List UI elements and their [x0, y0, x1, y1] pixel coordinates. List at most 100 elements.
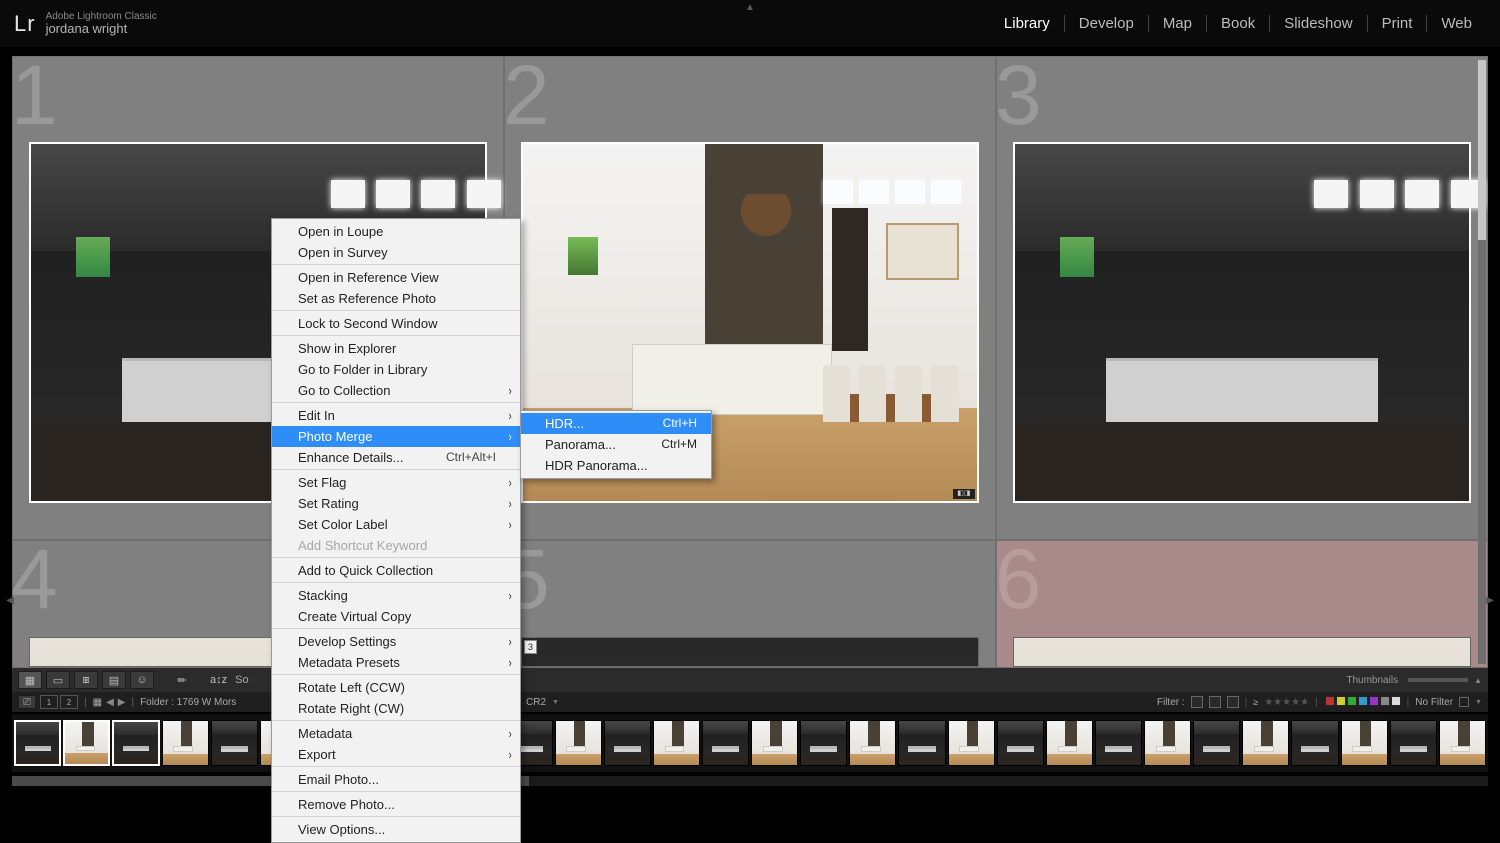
- filmstrip-thumb[interactable]: [1144, 720, 1191, 766]
- filmstrip-thumb[interactable]: [751, 720, 798, 766]
- menu-item[interactable]: Remove Photo...: [272, 794, 520, 817]
- filmstrip-thumb[interactable]: [604, 720, 651, 766]
- stack-badge[interactable]: 3: [524, 640, 537, 654]
- module-library[interactable]: Library: [990, 15, 1064, 32]
- thumbnail[interactable]: 3: [521, 637, 979, 667]
- filmstrip-thumb[interactable]: [1439, 720, 1486, 766]
- filmstrip-scrollbar[interactable]: [12, 776, 1488, 786]
- menu-item[interactable]: Set as Reference Photo: [272, 288, 520, 311]
- thumbnail[interactable]: 3: [1013, 142, 1471, 503]
- filmstrip-thumb[interactable]: [1046, 720, 1093, 766]
- menu-item[interactable]: Go to Folder in Library: [272, 359, 520, 380]
- filmstrip-thumb[interactable]: [1291, 720, 1338, 766]
- filmstrip-thumb[interactable]: [1095, 720, 1142, 766]
- compare-view-button[interactable]: ⧆: [74, 671, 98, 689]
- sort-label[interactable]: So: [235, 674, 248, 686]
- menu-item[interactable]: Rotate Left (CCW): [272, 677, 520, 698]
- filmstrip-thumb[interactable]: [1242, 720, 1289, 766]
- filmstrip-thumb[interactable]: [800, 720, 847, 766]
- filmstrip-thumb[interactable]: [14, 720, 61, 766]
- menu-item[interactable]: Set Color Label: [272, 514, 520, 535]
- filmstrip[interactable]: [12, 714, 1488, 772]
- module-book[interactable]: Book: [1206, 15, 1269, 32]
- menu-item[interactable]: Lock to Second Window: [272, 313, 520, 336]
- source-path[interactable]: Folder : 1769 W Mors: [140, 697, 236, 708]
- identity-plate[interactable]: jordana wright: [46, 22, 157, 35]
- menu-item[interactable]: Set Flag: [272, 472, 520, 493]
- nav-fwd-icon[interactable]: ▶: [118, 697, 126, 708]
- nav-back-icon[interactable]: ◀: [106, 697, 114, 708]
- menu-item[interactable]: Metadata Presets: [272, 652, 520, 675]
- thumbnail[interactable]: [1013, 637, 1471, 667]
- filter-color-swatch[interactable]: [1336, 696, 1346, 706]
- filter-preset[interactable]: No Filter: [1415, 697, 1453, 708]
- grid-mode-icon[interactable]: ▦: [93, 697, 102, 708]
- menu-item[interactable]: Export: [272, 744, 520, 767]
- filter-flag-reject-icon[interactable]: [1227, 696, 1239, 708]
- filter-color-swatch[interactable]: [1347, 696, 1357, 706]
- filmstrip-thumb[interactable]: [702, 720, 749, 766]
- loupe-view-button[interactable]: ▭: [46, 671, 70, 689]
- module-map[interactable]: Map: [1148, 15, 1206, 32]
- grid-view-button[interactable]: ▦: [18, 671, 42, 689]
- menu-item[interactable]: Develop Settings: [272, 631, 520, 652]
- grid-cell-5[interactable]: 5 3: [504, 540, 996, 668]
- submenu-item[interactable]: HDR Panorama...: [521, 455, 711, 476]
- filter-colors[interactable]: [1324, 696, 1401, 709]
- filmstrip-thumb[interactable]: [211, 720, 258, 766]
- filmstrip-thumb[interactable]: [555, 720, 602, 766]
- filmstrip-thumb[interactable]: [112, 720, 159, 766]
- grid-cell-6[interactable]: 6: [996, 540, 1488, 668]
- module-slideshow[interactable]: Slideshow: [1269, 15, 1366, 32]
- path-dropdown-icon[interactable]: ▼: [552, 699, 559, 706]
- menu-item[interactable]: Add to Quick Collection: [272, 560, 520, 583]
- grid-cell-3[interactable]: 3 3: [996, 56, 1488, 540]
- filter-color-swatch[interactable]: [1380, 696, 1390, 706]
- menu-item[interactable]: Open in Reference View: [272, 267, 520, 288]
- menu-item[interactable]: Go to Collection: [272, 380, 520, 403]
- filter-color-swatch[interactable]: [1369, 696, 1379, 706]
- panel-toggle-top-icon[interactable]: ▲: [745, 2, 755, 13]
- filter-flag-pick-icon[interactable]: [1191, 696, 1203, 708]
- filter-rating-op-icon[interactable]: ≥: [1253, 697, 1258, 707]
- menu-item[interactable]: Open in Loupe: [272, 221, 520, 242]
- people-view-button[interactable]: ☺: [130, 671, 154, 689]
- submenu-item[interactable]: Panorama...Ctrl+M: [521, 434, 711, 455]
- filmstrip-thumb[interactable]: [849, 720, 896, 766]
- menu-item[interactable]: Enhance Details...Ctrl+Alt+I: [272, 447, 520, 470]
- menu-item[interactable]: Photo Merge: [272, 426, 520, 447]
- filter-stars[interactable]: ★★★★★: [1264, 697, 1309, 708]
- main-window-button[interactable]: 1: [40, 695, 58, 709]
- filmstrip-thumb[interactable]: [948, 720, 995, 766]
- menu-item[interactable]: Open in Survey: [272, 242, 520, 265]
- menu-item[interactable]: View Options...: [272, 819, 520, 840]
- filter-color-swatch[interactable]: [1391, 696, 1401, 706]
- filter-color-swatch[interactable]: [1325, 696, 1335, 706]
- filter-color-swatch[interactable]: [1358, 696, 1368, 706]
- module-print[interactable]: Print: [1367, 15, 1427, 32]
- menu-item[interactable]: Metadata: [272, 723, 520, 744]
- filmstrip-thumb[interactable]: [898, 720, 945, 766]
- toolbar-menu-icon[interactable]: ▲: [1474, 676, 1482, 685]
- filmstrip-thumb[interactable]: [162, 720, 209, 766]
- filmstrip-thumb[interactable]: [1341, 720, 1388, 766]
- filter-flag-unflagged-icon[interactable]: [1209, 696, 1221, 708]
- filmstrip-thumb[interactable]: [1193, 720, 1240, 766]
- module-develop[interactable]: Develop: [1064, 15, 1148, 32]
- second-window-button[interactable]: 2: [60, 695, 78, 709]
- painter-tool-icon[interactable]: ✏: [170, 671, 194, 689]
- menu-item[interactable]: Create Virtual Copy: [272, 606, 520, 629]
- filter-menu-icon[interactable]: ▼: [1475, 699, 1482, 706]
- filmstrip-thumb[interactable]: [63, 720, 110, 766]
- menu-item[interactable]: Stacking: [272, 585, 520, 606]
- menu-item[interactable]: Email Photo...: [272, 769, 520, 792]
- menu-item[interactable]: Set Rating: [272, 493, 520, 514]
- survey-view-button[interactable]: ▤: [102, 671, 126, 689]
- filmstrip-thumb[interactable]: [997, 720, 1044, 766]
- filmstrip-thumb[interactable]: [653, 720, 700, 766]
- filter-lock-icon[interactable]: [1459, 697, 1469, 707]
- menu-item[interactable]: Show in Explorer: [272, 338, 520, 359]
- module-web[interactable]: Web: [1426, 15, 1486, 32]
- menu-item[interactable]: Edit In: [272, 405, 520, 426]
- submenu-item[interactable]: HDR...Ctrl+H: [521, 413, 711, 434]
